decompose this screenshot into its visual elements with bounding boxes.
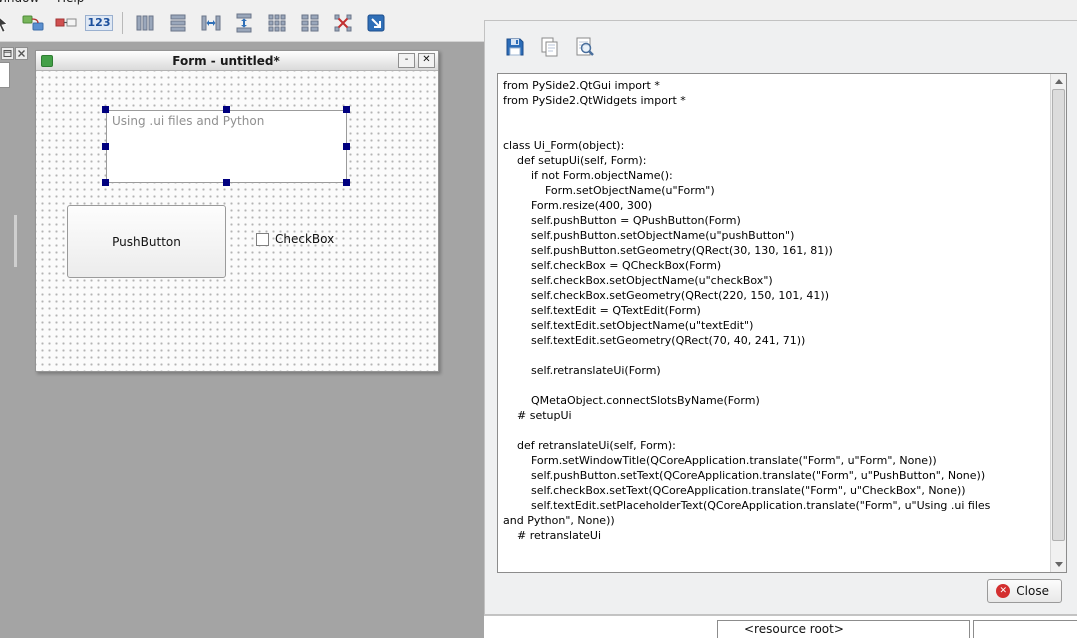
selection-handle[interactable] [102,106,109,113]
edit-buddies-button[interactable] [54,11,78,35]
bottom-panels: <resource root> [484,615,1077,638]
form-layout-icon [299,12,321,34]
edit-widgets-button[interactable] [0,11,12,35]
scroll-down-button[interactable] [1051,557,1066,572]
copy-icon [538,35,562,59]
form-window-title: Form - untitled* [57,54,395,68]
layout-horizontal-button[interactable] [133,11,157,35]
selection-handle[interactable] [343,179,350,186]
close-button-label: Close [1016,584,1049,598]
resource-root-item[interactable]: <resource root> [717,620,970,638]
find-button[interactable] [573,35,597,59]
grid-layout-icon [266,12,288,34]
panel-scrollbar-fragment[interactable] [14,215,17,267]
code-view-frame: from PySide2.QtGui import * from PySide2… [497,73,1067,573]
break-layout-button[interactable] [331,11,355,35]
save-button[interactable] [503,35,527,59]
scrollbar-thumb[interactable] [1052,89,1065,541]
close-icon [16,48,27,59]
save-icon [503,35,527,59]
find-icon [573,35,597,59]
minimize-button[interactable]: - [398,53,415,68]
qt-designer-screen: Window Help 123 [0,0,1077,638]
code-dialog-toolbar [503,35,597,59]
layout-splitter-vertical-button[interactable] [232,11,256,35]
signals-slots-icon [22,12,44,34]
checkbox-label: CheckBox [275,232,334,246]
edit-signals-slots-button[interactable] [21,11,45,35]
layout-form-button[interactable] [298,11,322,35]
float-icon [2,48,13,59]
buddies-icon [55,12,77,34]
pushbutton-widget[interactable]: PushButton [67,205,226,278]
scroll-up-button[interactable] [1051,74,1066,89]
dock-float-button[interactable] [1,47,14,60]
adjust-size-icon [365,12,387,34]
resource-side-panel [973,620,1077,638]
horizontal-splitter-icon [200,12,222,34]
checkbox-widget[interactable]: CheckBox [256,232,334,246]
selection-handle[interactable] [102,143,109,150]
layout-grid-button[interactable] [265,11,289,35]
close-circle-icon [996,584,1010,598]
selection-handle[interactable] [102,179,109,186]
copy-button[interactable] [538,35,562,59]
break-layout-icon [332,12,354,34]
arrow-up-icon [1055,79,1063,84]
layout-vertical-button[interactable] [166,11,190,35]
form-window-titlebar[interactable]: Form - untitled* - ✕ [36,51,438,71]
vertical-layout-icon [167,12,189,34]
dock-close-button[interactable] [15,47,28,60]
adjust-size-button[interactable] [364,11,388,35]
form-designer-window: Form - untitled* - ✕ Using .ui files and… [35,50,439,372]
selection-handle[interactable] [223,179,230,186]
horizontal-layout-icon [134,12,156,34]
code-text[interactable]: from PySide2.QtGui import * from PySide2… [499,75,1049,571]
code-preview-dialog: from PySide2.QtGui import * from PySide2… [484,20,1077,615]
selection-handle[interactable] [223,106,230,113]
arrow-down-icon [1055,562,1063,567]
tab-order-icon: 123 [85,15,114,31]
widgetbox-filter-fragment[interactable] [0,62,10,88]
edit-tab-order-button[interactable]: 123 [87,11,111,35]
cursor-icon [0,12,12,34]
toolbar-separator [122,12,123,34]
textedit-widget[interactable]: Using .ui files and Python [106,110,347,183]
close-button[interactable]: ✕ [418,53,435,68]
dialog-close-button[interactable]: Close [987,579,1062,603]
checkbox-indicator[interactable] [256,233,269,246]
resource-root-label: <resource root> [744,622,844,636]
selection-handle[interactable] [343,106,350,113]
selection-handle[interactable] [343,143,350,150]
mdi-area: Form - untitled* - ✕ Using .ui files and… [0,42,484,638]
layout-splitter-horizontal-button[interactable] [199,11,223,35]
vertical-splitter-icon [233,12,255,34]
form-canvas[interactable]: Using .ui files and Python PushButton Ch… [36,71,438,371]
code-scrollbar[interactable] [1050,74,1066,572]
form-window-icon [41,55,53,67]
